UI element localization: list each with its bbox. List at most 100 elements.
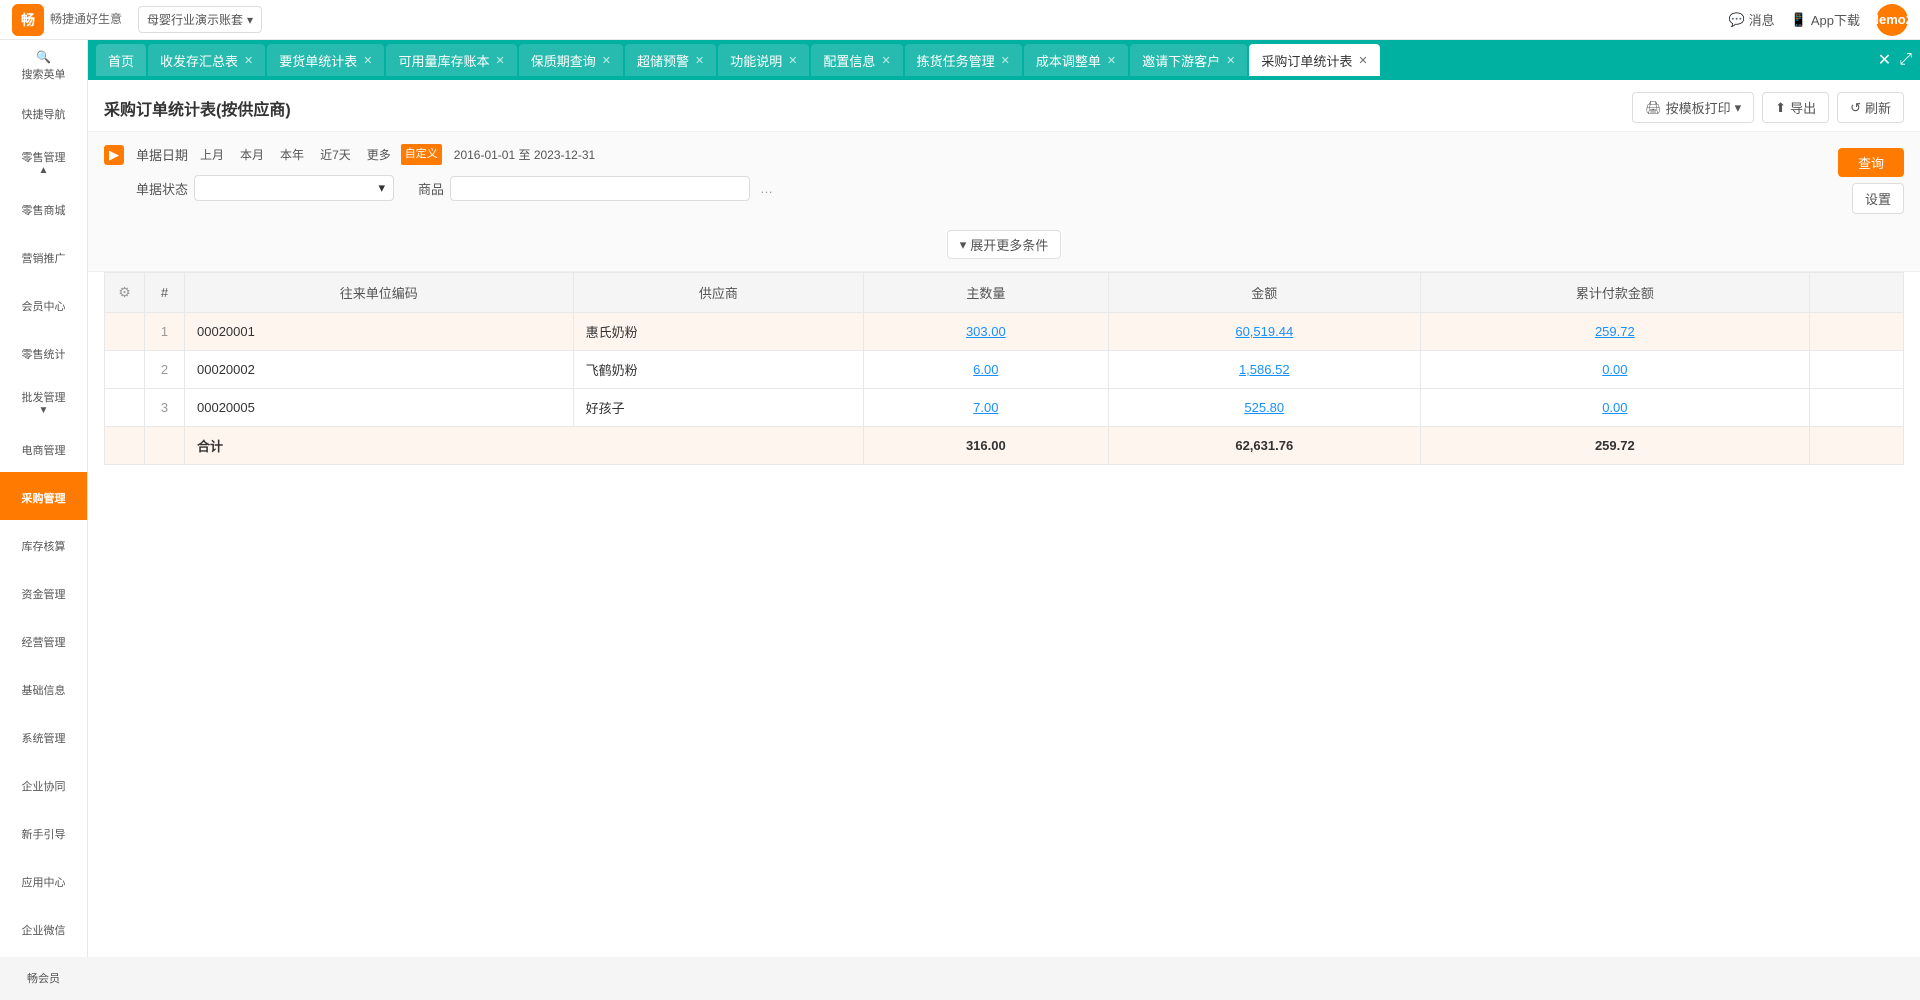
tab-close-overstock-warning[interactable]: ✕: [695, 54, 704, 67]
tab-close-goods-stat[interactable]: ✕: [363, 54, 372, 67]
tab-config-info[interactable]: 配置信息 ✕: [811, 44, 902, 76]
page-content: 采购订单统计表(按供应商) 🖨 按模板打印 ▾ ⬆ 导出 ↺ 刷新: [88, 80, 1920, 957]
sidebar-item-quicknav[interactable]: 快捷导航: [0, 88, 87, 136]
sidebar-item-ecommerce[interactable]: 电商管理: [0, 424, 87, 472]
filter-status-item: 单据状态 ▾: [136, 175, 394, 201]
search-button[interactable]: 查询: [1838, 148, 1904, 177]
print-button[interactable]: 🖨 按模板打印 ▾: [1632, 92, 1754, 123]
tab-expiry-query[interactable]: 保质期查询 ✕: [519, 44, 623, 76]
tab-invite-downstream[interactable]: 邀请下游客户 ✕: [1130, 44, 1247, 76]
shortcut-last-month[interactable]: 上月: [194, 144, 230, 165]
tab-cost-adjust[interactable]: 成本调整单 ✕: [1024, 44, 1128, 76]
avatar[interactable]: demo2: [1876, 4, 1908, 36]
column-settings-icon[interactable]: ⚙: [118, 284, 131, 300]
app-download-button[interactable]: 📱 App下载: [1791, 10, 1860, 29]
paid-amount-link-3[interactable]: 0.00: [1602, 400, 1627, 415]
amount-link-1[interactable]: 60,519.44: [1235, 324, 1293, 339]
chevron-down-icon: ▾: [247, 13, 253, 27]
cell-paid-amount-1: 259.72: [1421, 313, 1810, 351]
filter-goods-item: 商品 …: [418, 176, 773, 201]
shortcut-more[interactable]: 更多: [361, 144, 397, 165]
tab-inventory-ledger[interactable]: 可用量库存账本 ✕: [386, 44, 516, 76]
sidebar-item-marketing[interactable]: 营销推广: [0, 232, 87, 280]
shortcut-this-month[interactable]: 本月: [234, 144, 270, 165]
footer-paid-amount: 259.72: [1421, 427, 1810, 465]
date-filter-label: 单据日期: [136, 145, 188, 164]
footer-main-qty: 316.00: [864, 427, 1108, 465]
sidebar-item-purchase[interactable]: 采购管理: [0, 472, 87, 520]
sidebar-item-wholesale[interactable]: 批发管理 ▼: [0, 376, 87, 424]
paid-amount-link-2[interactable]: 0.00: [1602, 362, 1627, 377]
shortcut-7days[interactable]: 近7天: [314, 144, 357, 165]
print-chevron-icon: ▾: [1735, 100, 1742, 116]
tab-close-expiry-query[interactable]: ✕: [602, 54, 611, 67]
footer-label: 合计: [185, 427, 864, 465]
column-supplier: 供应商: [573, 273, 864, 313]
tab-close-receive-send[interactable]: ✕: [244, 54, 253, 67]
sidebar-item-inventory[interactable]: 库存核算: [0, 520, 87, 568]
custom-badge: 自定义: [401, 144, 442, 165]
sidebar-item-corpwechat[interactable]: 企业微信: [0, 904, 87, 952]
tab-receive-send[interactable]: 收发存汇总表 ✕: [148, 44, 265, 76]
amount-link-3[interactable]: 525.80: [1244, 400, 1284, 415]
tab-close-task-mgmt[interactable]: ✕: [1001, 54, 1010, 67]
expand-more-button[interactable]: ▾ 展开更多条件: [947, 230, 1062, 259]
message-button[interactable]: 💬 消息: [1728, 10, 1774, 29]
tab-close-purchase-stat[interactable]: ✕: [1358, 54, 1367, 67]
tab-close-cost-adjust[interactable]: ✕: [1107, 54, 1116, 67]
status-select[interactable]: ▾: [194, 175, 394, 201]
cell-extra-3: [1809, 389, 1903, 427]
tab-close-func-desc[interactable]: ✕: [788, 54, 797, 67]
tab-close-inventory-ledger[interactable]: ✕: [496, 54, 505, 67]
logo-text: 畅捷通好生意: [50, 12, 122, 26]
sidebar-item-operations[interactable]: 经营管理: [0, 616, 87, 664]
cell-extra-1: [1809, 313, 1903, 351]
sidebar-item-retailshop[interactable]: 零售商城: [0, 184, 87, 232]
tab-close-config-info[interactable]: ✕: [881, 54, 890, 67]
sidebar-item-newguide[interactable]: 新手引导: [0, 808, 87, 856]
goods-input[interactable]: [450, 176, 750, 201]
tab-overstock-warning[interactable]: 超储预警 ✕: [625, 44, 716, 76]
sidebar-item-retailstat[interactable]: 零售统计: [0, 328, 87, 376]
page-header: 采购订单统计表(按供应商) 🖨 按模板打印 ▾ ⬆ 导出 ↺ 刷新: [88, 80, 1920, 132]
column-paid-amount: 累计付款金额: [1421, 273, 1810, 313]
tab-purchase-stat[interactable]: 采购订单统计表 ✕: [1249, 44, 1379, 76]
expand-icon: ▾: [960, 237, 967, 253]
refresh-button[interactable]: ↺ 刷新: [1837, 92, 1904, 123]
download-icon: 📱: [1791, 12, 1807, 28]
sidebar-item-basicinfo[interactable]: 基础信息: [0, 664, 87, 712]
cell-rownum-2: 2: [145, 351, 185, 389]
settings-button[interactable]: 设置: [1852, 183, 1904, 214]
filter-area: ▶ 单据日期 上月 本月 本年 近7天 更多 自定义: [88, 132, 1920, 272]
tab-goods-stat[interactable]: 要货单统计表 ✕: [267, 44, 384, 76]
goods-more-icon[interactable]: …: [760, 181, 773, 196]
sidebar-item-retail[interactable]: 零售管理 ▲: [0, 136, 87, 184]
sidebar-item-appcenter[interactable]: 应用中心: [0, 856, 87, 904]
status-select-chevron: ▾: [378, 180, 385, 196]
sidebar-item-vip[interactable]: 畅会员: [0, 952, 87, 1000]
sidebar-item-enterprise[interactable]: 企业协同: [0, 760, 87, 808]
tab-close-invite-downstream[interactable]: ✕: [1226, 54, 1235, 67]
goods-filter-label: 商品: [418, 179, 444, 198]
workspace-selector[interactable]: 母婴行业演示账套 ▾: [138, 6, 262, 33]
table-row: 3 00020005 好孩子 7.00 525.80 0.00: [105, 389, 1904, 427]
sidebar-item-system[interactable]: 系统管理: [0, 712, 87, 760]
amount-link-2[interactable]: 1,586.52: [1239, 362, 1290, 377]
tab-maximize-icon[interactable]: ⤢: [1899, 51, 1912, 69]
tab-home[interactable]: 首页: [96, 44, 146, 76]
tab-task-mgmt[interactable]: 拣货任务管理 ✕: [905, 44, 1022, 76]
sidebar-item-membership[interactable]: 会员中心: [0, 280, 87, 328]
export-button[interactable]: ⬆ 导出: [1762, 92, 1829, 123]
main-qty-link-1[interactable]: 303.00: [966, 324, 1006, 339]
sidebar-item-finance[interactable]: 资金管理: [0, 568, 87, 616]
cell-unit-code-2: 00020002: [185, 351, 574, 389]
main-qty-link-3[interactable]: 7.00: [973, 400, 998, 415]
top-bar-right: 💬 消息 📱 App下载 demo2: [1728, 4, 1908, 36]
tab-close-all-icon[interactable]: ✕: [1878, 50, 1891, 70]
tab-func-desc[interactable]: 功能说明 ✕: [718, 44, 809, 76]
filter-toggle-button[interactable]: ▶: [104, 145, 124, 165]
paid-amount-link-1[interactable]: 259.72: [1595, 324, 1635, 339]
sidebar-item-search[interactable]: 🔍 搜索英单: [0, 40, 87, 88]
main-qty-link-2[interactable]: 6.00: [973, 362, 998, 377]
shortcut-this-year[interactable]: 本年: [274, 144, 310, 165]
